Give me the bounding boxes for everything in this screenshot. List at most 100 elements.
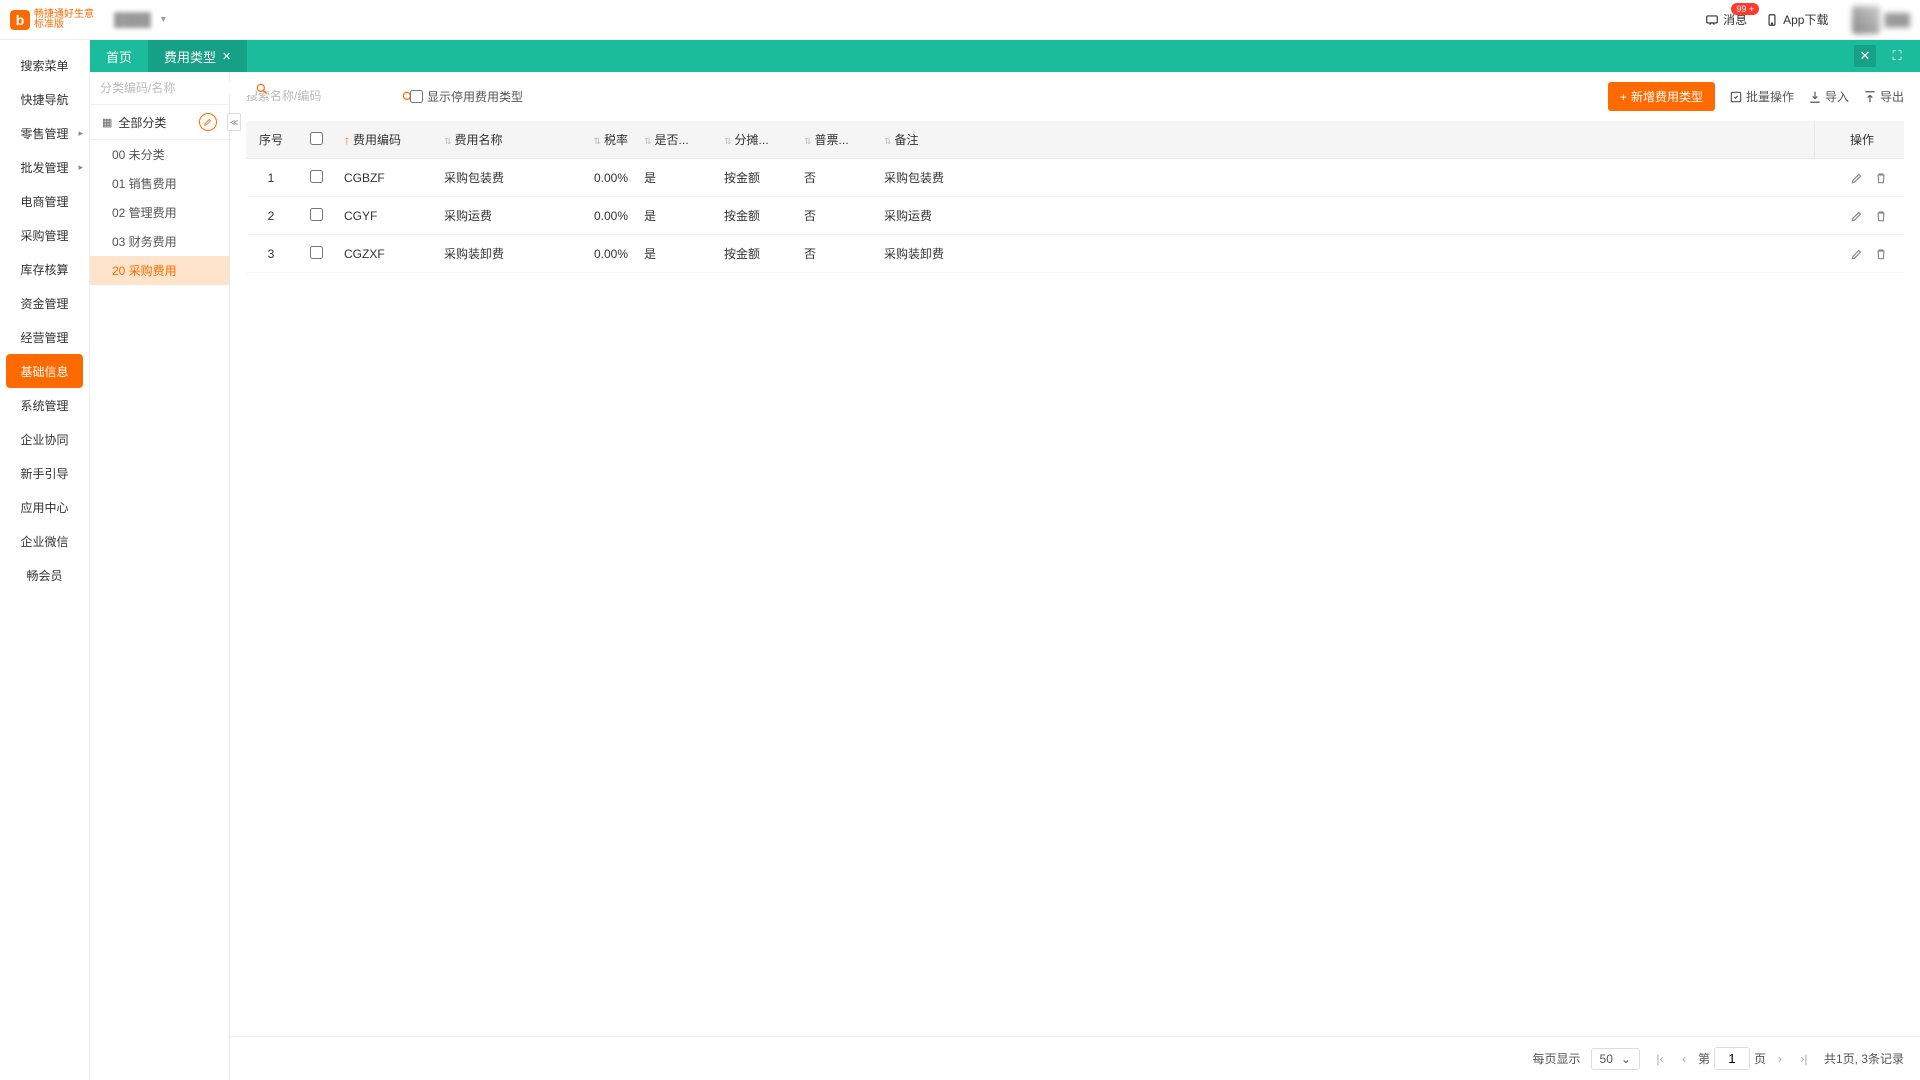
- cell-name: 采购包装费: [436, 159, 566, 197]
- data-table: 序号 费用编码 费用名称 税率 是否... 分摊... 普票... 备注 操作 …: [246, 121, 1904, 273]
- sidebar-item-资金管理[interactable]: 资金管理: [0, 286, 89, 320]
- delete-row-button[interactable]: [1874, 246, 1888, 262]
- add-type-button[interactable]: + 新增费用类型: [1608, 82, 1715, 111]
- col-checkbox[interactable]: [296, 121, 336, 159]
- category-item[interactable]: 00 未分类: [90, 140, 229, 169]
- row-checkbox[interactable]: [310, 170, 323, 183]
- sidebar-item-label: 畅会员: [26, 567, 62, 584]
- grid-icon: ▦: [102, 116, 112, 129]
- sidebar-item-畅会员[interactable]: 畅会员: [0, 558, 89, 592]
- table-row: 1CGBZF采购包装费0.00%是按金额否采购包装费: [246, 159, 1904, 197]
- batch-action-button[interactable]: 批量操作: [1729, 88, 1794, 105]
- category-item[interactable]: 01 销售费用: [90, 169, 229, 198]
- delete-row-button[interactable]: [1874, 170, 1888, 186]
- category-search-input[interactable]: [100, 81, 255, 95]
- logo-area: b 畅捷通好生意 标准版: [10, 10, 94, 30]
- content-search-input[interactable]: [246, 85, 401, 107]
- tab-bar: 首页费用类型✕ ✕ ⛶: [0, 40, 1920, 72]
- app-download-button[interactable]: App下载: [1765, 11, 1828, 28]
- chevron-down-icon[interactable]: ▾: [161, 14, 166, 25]
- sidebar-item-系统管理[interactable]: 系统管理: [0, 388, 89, 422]
- col-ticket[interactable]: 普票...: [796, 121, 876, 159]
- messages-button[interactable]: 消息 99 +: [1705, 11, 1747, 28]
- cell-name: 采购运费: [436, 197, 566, 235]
- category-item[interactable]: 02 管理费用: [90, 198, 229, 227]
- sidebar-item-企业微信[interactable]: 企业微信: [0, 524, 89, 558]
- col-code[interactable]: 费用编码: [336, 121, 436, 159]
- export-button[interactable]: 导出: [1863, 88, 1904, 105]
- category-header[interactable]: ▦ 全部分类 ≪: [90, 105, 229, 140]
- search-icon[interactable]: [255, 80, 269, 96]
- category-item[interactable]: 20 采购费用: [90, 256, 229, 285]
- sidebar-item-批发管理[interactable]: 批发管理▸: [0, 150, 89, 184]
- page-input[interactable]: [1714, 1047, 1750, 1070]
- show-disabled-checkbox[interactable]: 显示停用费用类型: [410, 88, 523, 105]
- col-name[interactable]: 费用名称: [436, 121, 566, 159]
- sidebar-item-label: 企业微信: [20, 533, 68, 550]
- prev-page-button[interactable]: ‹: [1674, 1049, 1694, 1069]
- sidebar-item-label: 资金管理: [20, 295, 68, 312]
- delete-row-button[interactable]: [1874, 208, 1888, 224]
- sidebar-item-label: 基础信息: [20, 363, 68, 380]
- close-all-tabs-button[interactable]: ✕: [1854, 45, 1876, 67]
- sidebar-item-电商管理[interactable]: 电商管理: [0, 184, 89, 218]
- col-is[interactable]: 是否...: [636, 121, 716, 159]
- cell-ticket: 否: [796, 235, 876, 273]
- col-op: 操作: [1814, 121, 1904, 159]
- col-remark[interactable]: 备注: [876, 121, 1814, 159]
- edit-row-button[interactable]: [1850, 246, 1864, 262]
- cell-op: [1814, 197, 1904, 235]
- last-page-button[interactable]: ›|: [1794, 1049, 1814, 1069]
- select-all-checkbox[interactable]: [310, 132, 323, 145]
- page-suffix: 页: [1754, 1050, 1766, 1067]
- sidebar-item-采购管理[interactable]: 采购管理: [0, 218, 89, 252]
- import-button[interactable]: 导入: [1808, 88, 1849, 105]
- caret-right-icon: ▸: [78, 162, 83, 173]
- table-wrap: 序号 费用编码 费用名称 税率 是否... 分摊... 普票... 备注 操作 …: [230, 121, 1920, 1036]
- category-panel: ▦ 全部分类 ≪ 00 未分类01 销售费用02 管理费用03 财务费用20 采…: [90, 72, 230, 1080]
- sidebar-item-label: 电商管理: [20, 193, 68, 210]
- next-page-button[interactable]: ›: [1770, 1049, 1790, 1069]
- sidebar-item-企业协同[interactable]: 企业协同: [0, 422, 89, 456]
- edit-row-button[interactable]: [1850, 208, 1864, 224]
- col-rate[interactable]: 税率: [566, 121, 636, 159]
- sidebar-item-经营管理[interactable]: 经营管理: [0, 320, 89, 354]
- tab-首页[interactable]: 首页: [90, 40, 148, 72]
- cell-alloc: 按金额: [716, 235, 796, 273]
- col-seq[interactable]: 序号: [246, 121, 296, 159]
- sidebar-item-新手引导[interactable]: 新手引导: [0, 456, 89, 490]
- sidebar-item-搜索菜单[interactable]: 搜索菜单: [0, 48, 89, 82]
- cell-rate: 0.00%: [566, 197, 636, 235]
- sidebar-item-库存核算[interactable]: 库存核算: [0, 252, 89, 286]
- row-checkbox[interactable]: [310, 208, 323, 221]
- close-icon: ✕: [1860, 48, 1871, 64]
- row-checkbox[interactable]: [310, 246, 323, 259]
- sidebar-item-基础信息[interactable]: 基础信息: [6, 354, 83, 388]
- category-search: [90, 72, 229, 105]
- show-disabled-checkbox-input[interactable]: [410, 90, 423, 103]
- page-prefix: 第: [1698, 1050, 1710, 1067]
- per-page-select[interactable]: 50 ⌄: [1591, 1048, 1640, 1070]
- edit-category-button[interactable]: [199, 113, 217, 131]
- sidebar-item-应用中心[interactable]: 应用中心: [0, 490, 89, 524]
- col-alloc[interactable]: 分摊...: [716, 121, 796, 159]
- user-menu[interactable]: ███: [1846, 6, 1910, 34]
- fullscreen-button[interactable]: ⛶: [1886, 45, 1908, 67]
- per-page-value: 50: [1600, 1052, 1613, 1066]
- first-page-button[interactable]: |‹: [1650, 1049, 1670, 1069]
- batch-action-label: 批量操作: [1746, 88, 1794, 105]
- cell-seq: 2: [246, 197, 296, 235]
- sidebar-item-快捷导航[interactable]: 快捷导航: [0, 82, 89, 116]
- edit-row-button[interactable]: [1850, 170, 1864, 186]
- sidebar-item-零售管理[interactable]: 零售管理▸: [0, 116, 89, 150]
- category-header-label: 全部分类: [118, 114, 166, 131]
- tab-费用类型[interactable]: 费用类型✕: [148, 40, 247, 72]
- sidebar-item-label: 搜索菜单: [20, 57, 68, 74]
- category-item[interactable]: 03 财务费用: [90, 227, 229, 256]
- sidebar-item-label: 企业协同: [20, 431, 68, 448]
- add-type-label: 新增费用类型: [1631, 88, 1703, 105]
- collapse-panel-button[interactable]: ≪: [227, 113, 241, 131]
- cell-checkbox: [296, 197, 336, 235]
- close-icon[interactable]: ✕: [222, 50, 231, 63]
- company-selector[interactable]: ████: [114, 12, 151, 27]
